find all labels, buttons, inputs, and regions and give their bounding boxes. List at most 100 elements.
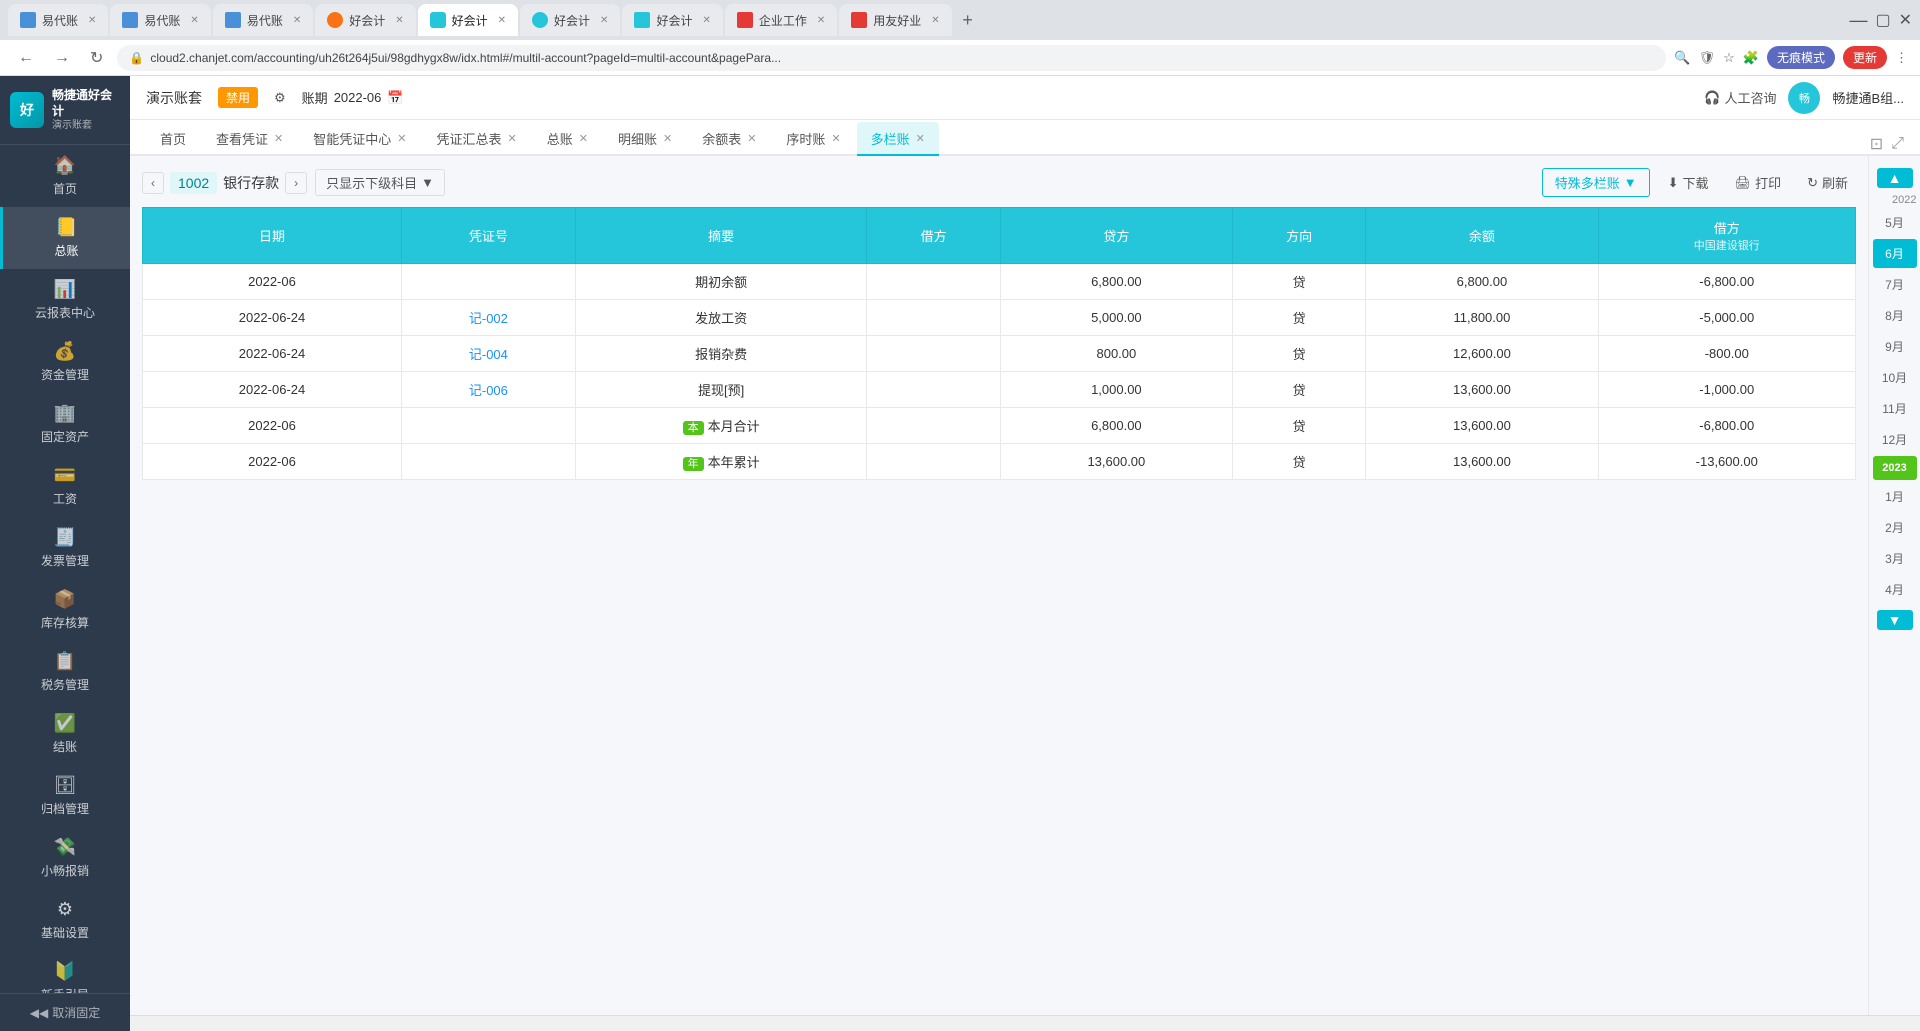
user-avatar[interactable]: 畅 <box>1788 82 1820 114</box>
tab-seq-ledger[interactable]: 序时账 ✕ <box>772 122 854 156</box>
close-button[interactable]: ✕ <box>1899 10 1912 30</box>
col-header-sub: 借方 中国建设银行 <box>1598 208 1856 264</box>
tab-close-1[interactable]: ✕ <box>88 15 96 26</box>
month-item-2022-12[interactable]: 12月 <box>1873 425 1917 454</box>
extensions-icon[interactable]: 🧩 <box>1743 50 1759 66</box>
maximize-button[interactable]: ▢ <box>1875 10 1890 30</box>
download-button[interactable]: ⬇ 下载 <box>1660 169 1717 196</box>
tab-multi-col[interactable]: 多栏账 ✕ <box>857 122 939 156</box>
url-input[interactable]: 🔒 cloud2.chanjet.com/accounting/uh26t264… <box>117 45 1666 71</box>
tab-close-8[interactable]: ✕ <box>817 15 825 26</box>
month-item-2022-9[interactable]: 9月 <box>1873 332 1917 361</box>
menu-button[interactable]: ⋮ <box>1895 50 1908 66</box>
month-item-2023-1[interactable]: 1月 <box>1873 482 1917 511</box>
tab-smart-voucher-close[interactable]: ✕ <box>397 132 406 145</box>
tab-1[interactable]: 易代账 ✕ <box>8 4 108 36</box>
consultant-button[interactable]: 🎧 人工咨询 <box>1704 88 1776 107</box>
tab-close-5[interactable]: ✕ <box>498 15 506 26</box>
tab-close-9[interactable]: ✕ <box>931 15 939 26</box>
month-item-2023-2[interactable]: 2月 <box>1873 513 1917 542</box>
sidebar-item-assets[interactable]: 🏢 固定资产 <box>0 393 130 455</box>
month-nav-down[interactable]: ▼ <box>1877 610 1913 630</box>
forward-button[interactable]: → <box>48 47 76 69</box>
tab-3[interactable]: 易代账 ✕ <box>213 4 313 36</box>
sidebar-item-guide[interactable]: 🔰 新手引导 <box>0 951 130 993</box>
minimize-button[interactable]: — <box>1849 10 1867 31</box>
sidebar-item-home[interactable]: 🏠 首页 <box>0 145 130 207</box>
tab-close-4[interactable]: ✕ <box>395 15 403 26</box>
user-name[interactable]: 畅捷通B组... <box>1832 88 1904 107</box>
update-button[interactable]: 更新 <box>1843 46 1887 69</box>
voucher-link-3[interactable]: 记-004 <box>469 347 508 362</box>
refresh-button[interactable]: ↻ 刷新 <box>1799 169 1856 196</box>
voucher-link-2[interactable]: 记-002 <box>469 311 508 326</box>
filter-dropdown[interactable]: 只显示下级科目 ▼ <box>315 169 445 196</box>
tab-2[interactable]: 易代账 ✕ <box>110 4 210 36</box>
tab-8[interactable]: 企业工作 ✕ <box>725 4 837 36</box>
tab-detail-ledger-close[interactable]: ✕ <box>663 132 672 145</box>
sidebar-item-archive[interactable]: 🗄 归档管理 <box>0 765 130 827</box>
tab-close-2[interactable]: ✕ <box>190 15 198 26</box>
tab-smart-voucher[interactable]: 智能凭证中心 ✕ <box>299 122 420 156</box>
sidebar-item-invoice[interactable]: 🧾 发票管理 <box>0 517 130 579</box>
sidebar-item-ledger[interactable]: 📒 总账 <box>0 207 130 269</box>
tabs-expand-button[interactable]: ⊡ ⤢ <box>1870 134 1904 154</box>
tab-6[interactable]: 好会计 ✕ <box>520 4 620 36</box>
bottom-scrollbar[interactable] <box>130 1015 1920 1031</box>
tab-5[interactable]: 好会计 ✕ <box>418 4 518 36</box>
reload-button[interactable]: ↻ <box>84 46 109 70</box>
calendar-icon[interactable]: 📅 <box>387 90 403 106</box>
tab-multi-col-close[interactable]: ✕ <box>916 132 925 145</box>
tab-balance-table[interactable]: 余额表 ✕ <box>688 122 770 156</box>
back-button[interactable]: ← <box>12 47 40 69</box>
row-voucher-4[interactable]: 记-006 <box>401 372 575 408</box>
new-tab-button[interactable]: + <box>954 6 982 34</box>
sidebar-item-settings[interactable]: ⚙ 基础设置 <box>0 889 130 951</box>
prev-account-button[interactable]: ‹ <box>142 172 164 194</box>
tab-balance-table-close[interactable]: ✕ <box>747 132 756 145</box>
month-item-2022-6[interactable]: 6月 <box>1873 239 1917 268</box>
month-item-2022-8[interactable]: 8月 <box>1873 301 1917 330</box>
shield-icon[interactable]: 🛡 <box>1699 50 1716 66</box>
tab-general-ledger-close[interactable]: ✕ <box>579 132 588 145</box>
row-voucher-3[interactable]: 记-004 <box>401 336 575 372</box>
tab-detail-ledger[interactable]: 明细账 ✕ <box>604 122 686 156</box>
tab-9[interactable]: 用友好业 ✕ <box>839 4 951 36</box>
voucher-link-4[interactable]: 记-006 <box>469 383 508 398</box>
next-account-button[interactable]: › <box>285 172 307 194</box>
tab-seq-ledger-close[interactable]: ✕ <box>831 132 840 145</box>
special-col-button[interactable]: 特殊多栏账 ▼ <box>1542 168 1650 197</box>
print-button[interactable]: 🖨 打印 <box>1727 169 1790 196</box>
row-voucher-2[interactable]: 记-002 <box>401 300 575 336</box>
tab-voucher-view-close[interactable]: ✕ <box>274 132 283 145</box>
month-item-2022-11[interactable]: 11月 <box>1873 394 1917 423</box>
tab-voucher-view[interactable]: 查看凭证 ✕ <box>202 122 297 156</box>
month-nav-up[interactable]: ▲ <box>1877 168 1913 188</box>
tab-close-6[interactable]: ✕ <box>600 15 608 26</box>
search-icon[interactable]: 🔍 <box>1674 50 1690 66</box>
pin-toggle-button[interactable]: ◀◀ 取消固定 <box>0 993 130 1031</box>
settings-button[interactable]: ⚙ <box>274 90 286 106</box>
tab-home[interactable]: 首页 <box>146 122 200 156</box>
tab-voucher-summary[interactable]: 凭证汇总表 ✕ <box>422 122 530 156</box>
tab-close-7[interactable]: ✕ <box>702 15 710 26</box>
sidebar-item-inventory[interactable]: 📦 库存核算 <box>0 579 130 641</box>
tab-4[interactable]: 好会计 ✕ <box>315 4 415 36</box>
sidebar-item-expense[interactable]: 💸 小畅报销 <box>0 827 130 889</box>
month-item-2022-5[interactable]: 5月 <box>1873 208 1917 237</box>
tab-close-3[interactable]: ✕ <box>293 15 301 26</box>
month-item-2023-3[interactable]: 3月 <box>1873 544 1917 573</box>
tab-voucher-summary-close[interactable]: ✕ <box>508 132 517 145</box>
sidebar-item-closing[interactable]: ✅ 结账 <box>0 703 130 765</box>
month-item-2023-4[interactable]: 4月 <box>1873 575 1917 604</box>
bookmark-icon[interactable]: ☆ <box>1723 50 1735 66</box>
sidebar-item-salary[interactable]: 💳 工资 <box>0 455 130 517</box>
tab-general-ledger[interactable]: 总账 ✕ <box>533 122 602 156</box>
sidebar-item-funds[interactable]: 💰 资金管理 <box>0 331 130 393</box>
month-item-2022-7[interactable]: 7月 <box>1873 270 1917 299</box>
tab-7[interactable]: 好会计 ✕ <box>622 4 722 36</box>
month-item-2022-10[interactable]: 10月 <box>1873 363 1917 392</box>
sidebar-item-reports[interactable]: 📊 云报表中心 <box>0 269 130 331</box>
stealth-mode-button[interactable]: 无痕模式 <box>1767 46 1835 69</box>
sidebar-item-tax[interactable]: 📋 税务管理 <box>0 641 130 703</box>
